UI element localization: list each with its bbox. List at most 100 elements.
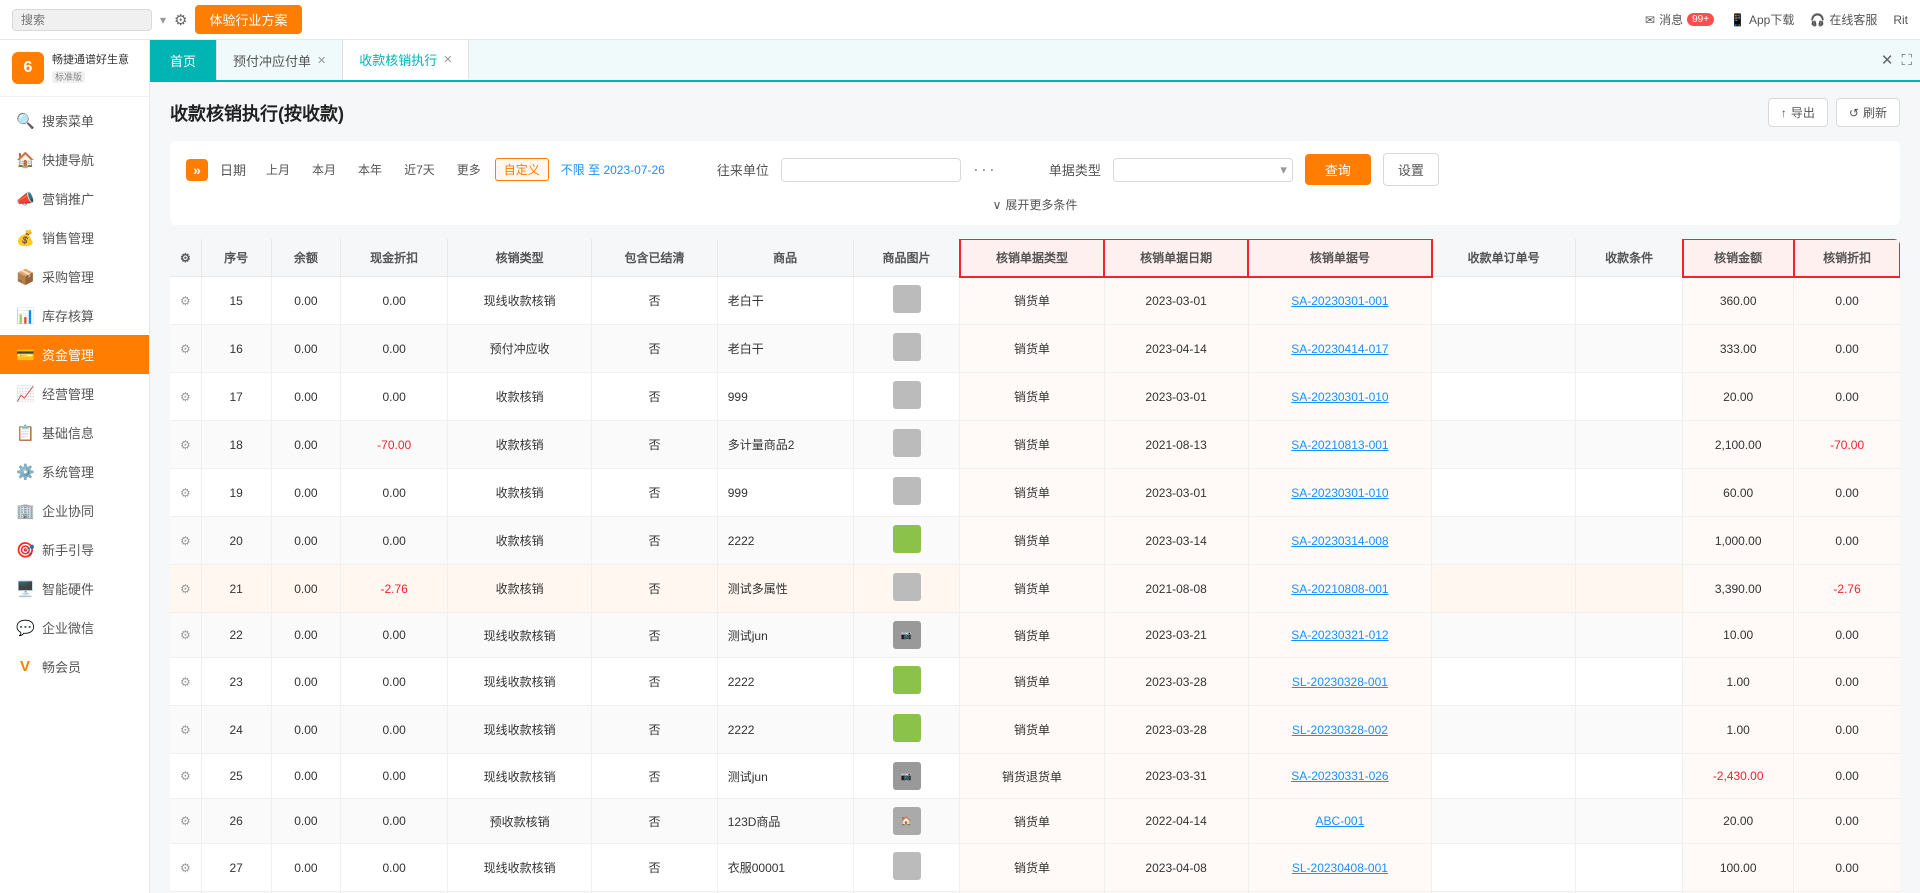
chevron-down-icon[interactable]: ▾ [160,13,166,27]
cell-balance: 0.00 [271,754,341,799]
sidebar-item-nav[interactable]: 🏠 快捷导航 [0,140,149,179]
cell-receipt-order-no [1432,565,1576,613]
tab-close-btn[interactable]: ✕ [1881,51,1894,69]
cell-settings[interactable]: ⚙ [170,706,201,754]
cell-cash-discount: 0.00 [341,373,448,421]
cell-settings[interactable]: ⚙ [170,421,201,469]
cell-writeoff-discount: -2.76 [1794,565,1900,613]
tab-prepay-close[interactable]: ✕ [317,54,326,67]
cell-voucher-no[interactable]: SA-20230301-010 [1248,469,1431,517]
cell-voucher-type: 销货单 [960,706,1104,754]
expand-more-btn[interactable]: ∨ 展开更多条件 [993,196,1078,213]
date-last-month[interactable]: 上月 [258,159,298,180]
date-7days[interactable]: 近7天 [396,159,443,180]
cell-settings[interactable]: ⚙ [170,565,201,613]
sidebar-item-company[interactable]: 🏢 企业协同 [0,491,149,530]
cell-included-settled: 否 [592,325,718,373]
sidebar-item-label: 企业微信 [42,618,94,637]
cell-settings[interactable]: ⚙ [170,277,201,325]
cell-voucher-no[interactable]: SA-20210808-001 [1248,565,1431,613]
sidebar-item-label: 采购管理 [42,267,94,286]
cell-settings[interactable]: ⚙ [170,517,201,565]
query-btn[interactable]: 查询 [1305,154,1371,185]
online-service-btn[interactable]: 🎧 在线客服 [1810,11,1877,28]
cell-voucher-no[interactable]: SA-20230331-026 [1248,754,1431,799]
sidebar-item-purchase[interactable]: 📦 采购管理 [0,257,149,296]
sidebar-item-system[interactable]: ⚙️ 系统管理 [0,452,149,491]
cell-voucher-no[interactable]: SA-20230301-001 [1248,277,1431,325]
user-avatar[interactable]: Rit [1893,13,1908,27]
search-input[interactable] [12,9,152,31]
messages-btn[interactable]: ✉ 消息 99+ [1645,11,1714,28]
date-this-month[interactable]: 本月 [304,159,344,180]
cell-receipt-condition [1576,844,1683,892]
sidebar-item-wechat[interactable]: 💬 企业微信 [0,608,149,647]
headset-icon: 🎧 [1810,13,1825,27]
app-layout: 6 畅捷通谱好生意 标准版 🔍 搜索菜单 🏠 快捷导航 📣 营销推广 💰 [0,40,1920,893]
cell-settings[interactable]: ⚙ [170,325,201,373]
cell-balance: 0.00 [271,844,341,892]
sidebar-item-member[interactable]: V 畅会员 [0,647,149,686]
tab-bar-actions: ✕ ⛶ [1881,40,1920,80]
tab-writeoff[interactable]: 收款核销执行 ✕ [343,40,469,80]
table-wrapper[interactable]: ⚙ 序号 余额 现金折扣 核销类型 包含已结清 商品 商品图片 核销单据类型 核… [170,239,1900,893]
cell-voucher-no[interactable]: ABC-001 [1248,799,1431,844]
tab-expand-btn[interactable]: ⛶ [1901,52,1912,69]
th-settings[interactable]: ⚙ [170,239,201,277]
date-custom[interactable]: 自定义 [495,158,549,181]
tab-writeoff-close[interactable]: ✕ [443,53,452,66]
sidebar-item-inventory[interactable]: 📊 库存核算 [0,296,149,335]
cell-voucher-no[interactable]: SA-20210813-001 [1248,421,1431,469]
cell-voucher-no[interactable]: SA-20230301-010 [1248,373,1431,421]
cell-settings[interactable]: ⚙ [170,844,201,892]
cell-voucher-type: 销货单 [960,325,1104,373]
sidebar-item-label: 搜索菜单 [42,111,94,130]
cell-balance: 0.00 [271,277,341,325]
cell-settings[interactable]: ⚙ [170,754,201,799]
cell-settings[interactable]: ⚙ [170,373,201,421]
sidebar-item-guide[interactable]: 🎯 新手引导 [0,530,149,569]
cell-voucher-no[interactable]: SA-20230414-017 [1248,325,1431,373]
sidebar-item-hardware[interactable]: 🖥️ 智能硬件 [0,569,149,608]
sidebar-item-marketing[interactable]: 📣 营销推广 [0,179,149,218]
partner-input[interactable] [781,158,961,182]
sidebar-item-search[interactable]: 🔍 搜索菜单 [0,101,149,140]
tab-home[interactable]: 首页 [150,40,217,80]
cell-voucher-no[interactable]: SA-20230314-008 [1248,517,1431,565]
cell-balance: 0.00 [271,421,341,469]
app-download-btn[interactable]: 📱 App下载 [1730,11,1794,28]
cell-settings[interactable]: ⚙ [170,799,201,844]
sidebar-item-finance[interactable]: 💳 资金管理 [0,335,149,374]
cell-voucher-no[interactable]: SL-20230328-002 [1248,706,1431,754]
cell-balance: 0.00 [271,706,341,754]
sidebar-item-sales[interactable]: 💰 销售管理 [0,218,149,257]
cell-settings[interactable]: ⚙ [170,469,201,517]
cell-receipt-order-no [1432,658,1576,706]
cell-goods-img: 🏠 [853,799,960,844]
sidebar-logo: 6 畅捷通谱好生意 标准版 [0,40,149,97]
settings-btn[interactable]: 设置 [1383,153,1439,186]
cell-voucher-date: 2023-03-01 [1104,469,1248,517]
cell-voucher-no[interactable]: SL-20230328-001 [1248,658,1431,706]
filter-toggle-btn[interactable]: » [186,159,208,181]
refresh-btn[interactable]: ↺ 刷新 [1836,98,1900,127]
partner-dots[interactable]: ··· [973,159,997,180]
cell-voucher-no[interactable]: SL-20230408-001 [1248,844,1431,892]
sidebar-item-label: 资金管理 [42,345,94,364]
gear-icon[interactable]: ⚙ [174,11,187,29]
data-table: ⚙ 序号 余额 现金折扣 核销类型 包含已结清 商品 商品图片 核销单据类型 核… [170,239,1900,893]
cell-writeoff-amount: 3,390.00 [1683,565,1794,613]
sidebar-item-operation[interactable]: 📈 经营管理 [0,374,149,413]
cell-settings[interactable]: ⚙ [170,658,201,706]
voucher-type-select[interactable]: 销货单 销货退货单 [1113,158,1293,182]
export-btn[interactable]: ↑ 导出 [1768,98,1828,127]
tab-prepay[interactable]: 预付冲应付单 ✕ [217,40,343,80]
trial-btn[interactable]: 体验行业方案 [195,5,301,34]
sidebar-item-basic[interactable]: 📋 基础信息 [0,413,149,452]
date-more[interactable]: 更多 [449,159,489,180]
cell-voucher-no[interactable]: SA-20230321-012 [1248,613,1431,658]
date-this-year[interactable]: 本年 [350,159,390,180]
cell-no: 26 [201,799,271,844]
cell-settings[interactable]: ⚙ [170,613,201,658]
home-icon: 🏠 [16,151,34,169]
